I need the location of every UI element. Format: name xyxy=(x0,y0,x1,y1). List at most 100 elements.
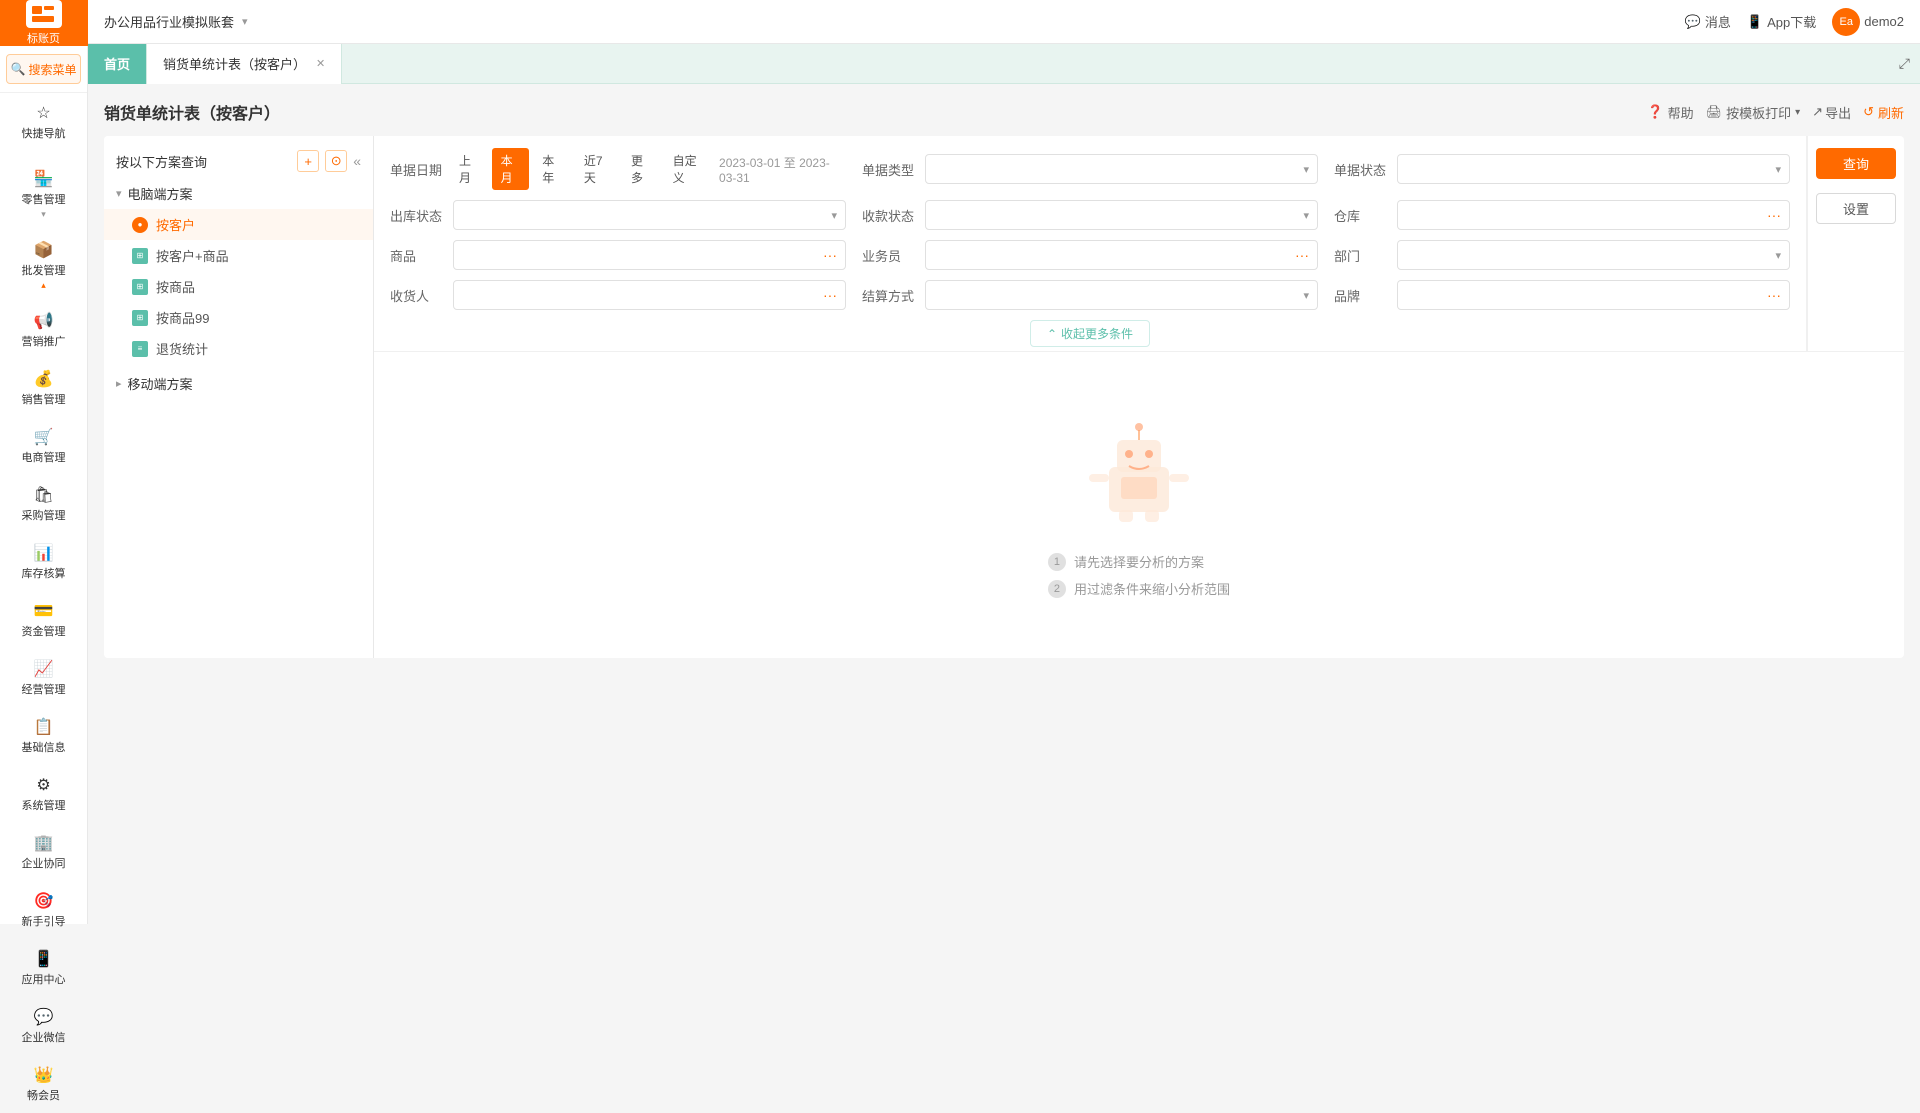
print-button[interactable]: 🖨 按模板打印 ▾ xyxy=(1706,103,1801,122)
app-center-icon: 📱 xyxy=(34,949,54,969)
wholesale-label: 批发管理 xyxy=(22,262,66,278)
order-type-chevron: ▾ xyxy=(1303,163,1309,176)
query-button[interactable]: 查询 xyxy=(1816,148,1896,179)
recipient-input[interactable] xyxy=(453,280,846,310)
app-download-button[interactable]: 📱 App下载 xyxy=(1747,12,1816,31)
tab-home[interactable]: 首页 xyxy=(88,44,147,84)
department-input[interactable]: ▾ xyxy=(1397,240,1790,270)
scheme-item-by-customer[interactable]: ● 按客户 xyxy=(104,209,373,240)
filter-and-actions: 单据日期 上月 本月 本年 近7天 更多 自定义 2023-03-01 至 20… xyxy=(374,136,1904,352)
sidebar-item-quick-nav[interactable]: ☆ 快捷导航 xyxy=(0,93,87,151)
collapse-button[interactable]: ⌃ 收起更多条件 xyxy=(1030,320,1150,347)
filter-row-1: 单据日期 上月 本月 本年 近7天 更多 自定义 2023-03-01 至 20… xyxy=(390,148,1790,190)
sidebar-item-operations[interactable]: 📈 经营管理 xyxy=(0,649,87,707)
help-label: 帮助 xyxy=(1668,103,1694,122)
main-area: 办公用品行业模拟账套 ▾ 💬 消息 📱 App下载 Ea demo2 首页 xyxy=(88,0,1920,924)
product-input[interactable] xyxy=(453,240,846,270)
settings-button[interactable]: 设置 xyxy=(1816,193,1896,224)
ecommerce-label: 电商管理 xyxy=(22,449,66,465)
sidebar-item-new-guide[interactable]: 🎯 新手引导 xyxy=(0,881,87,939)
payment-status-chevron: ▾ xyxy=(1303,209,1309,222)
department-chevron: ▾ xyxy=(1775,249,1781,262)
sidebar-item-inventory[interactable]: 📊 库存核算 xyxy=(0,533,87,591)
scheme-group-desktop-label: 电脑端方案 xyxy=(128,184,193,203)
sidebar-item-finance[interactable]: 💳 资金管理 xyxy=(0,591,87,649)
sidebar-item-marketing[interactable]: 📢 营销推广 xyxy=(0,301,87,359)
scheme-item-return-stats[interactable]: ≡ 退货统计 xyxy=(104,333,373,364)
order-status-input[interactable]: ▾ xyxy=(1397,154,1790,184)
enterprise-wechat-label: 企业微信 xyxy=(22,1029,66,1045)
sidebar-item-system[interactable]: ⚙ 系统管理 xyxy=(0,765,87,823)
date-tab-current-month[interactable]: 本月 xyxy=(492,148,530,190)
sales-icon: 💰 xyxy=(34,369,54,389)
sidebar-item-basic-info[interactable]: 📋 基础信息 xyxy=(0,707,87,765)
scheme-header-actions: + ⊙ « xyxy=(297,150,361,172)
refresh-button[interactable]: ↺ 刷新 xyxy=(1863,103,1904,122)
sidebar-item-enterprise-wechat[interactable]: 💬 企业微信 xyxy=(0,997,87,1055)
enterprise-label: 企业协同 xyxy=(22,855,66,871)
scheme-item-by-customer-product[interactable]: ⊞ 按客户+商品 xyxy=(104,240,373,271)
edit-scheme-button[interactable]: ⊙ xyxy=(325,150,347,172)
shipment-chevron: ▾ xyxy=(831,209,837,222)
sidebar-item-purchase[interactable]: 🛍 采购管理 xyxy=(0,475,87,533)
shipment-status-input[interactable]: ▾ xyxy=(453,200,846,230)
date-tab-last-month[interactable]: 上月 xyxy=(450,148,488,190)
brand-input[interactable] xyxy=(1397,280,1790,310)
logo-icon xyxy=(26,0,62,28)
sidebar-item-retail[interactable]: 🏪 零售管理 ▾ xyxy=(0,159,87,230)
app-download-label: App下载 xyxy=(1767,12,1816,31)
tab-expand-button[interactable]: ⤢ xyxy=(1889,55,1920,72)
expand-icon: ⤢ xyxy=(1899,55,1910,72)
scheme-item-by-product-99[interactable]: ⊞ 按商品99 xyxy=(104,302,373,333)
sidebar-item-app-center[interactable]: 📱 应用中心 xyxy=(0,939,87,997)
scheme-item-by-product[interactable]: ⊞ 按商品 xyxy=(104,271,373,302)
basic-info-label: 基础信息 xyxy=(22,739,66,755)
filter-order-status: 单据状态 ▾ xyxy=(1334,154,1790,184)
sidebar-item-wholesale[interactable]: 📦 批发管理 ▴ xyxy=(0,230,87,301)
header-dropdown-icon[interactable]: ▾ xyxy=(242,15,248,28)
tab-sales-stats[interactable]: 销货单统计表（按客户） ✕ xyxy=(147,44,342,84)
date-tab-more[interactable]: 更多 xyxy=(622,148,660,190)
payment-status-input[interactable]: ▾ xyxy=(925,200,1318,230)
system-icon: ⚙ xyxy=(36,775,50,795)
sidebar-item-member[interactable]: 👑 畅会员 xyxy=(0,1055,87,1113)
sidebar-item-sales[interactable]: 💰 销售管理 xyxy=(0,359,87,417)
warehouse-input[interactable] xyxy=(1397,200,1790,230)
user-menu[interactable]: Ea demo2 xyxy=(1832,8,1904,36)
sales-label: 销售管理 xyxy=(22,391,66,407)
scheme-group-desktop-toggle[interactable]: ▾ 电脑端方案 xyxy=(104,178,373,209)
main-body: 按以下方案查询 + ⊙ « ▾ 电脑端方案 xyxy=(104,136,1904,658)
collapse-scheme-icon[interactable]: « xyxy=(353,153,361,169)
customer-scheme-icon: ● xyxy=(132,217,148,233)
scheme-group-mobile-label: 移动端方案 xyxy=(128,374,193,393)
order-type-input[interactable]: ▾ xyxy=(925,154,1318,184)
print-label: 按模板打印 xyxy=(1726,103,1791,122)
scheme-panel-title: 按以下方案查询 xyxy=(116,152,207,171)
salesperson-input[interactable] xyxy=(925,240,1318,270)
help-button[interactable]: ❓ 帮助 xyxy=(1647,103,1693,122)
payment-method-input[interactable]: ▾ xyxy=(925,280,1318,310)
scheme-item-by-customer-label: 按客户 xyxy=(156,215,195,234)
avatar-text: Ea xyxy=(1840,16,1853,28)
export-button[interactable]: ↗ 导出 xyxy=(1812,103,1851,122)
date-tab-custom[interactable]: 自定义 xyxy=(664,148,711,190)
add-scheme-button[interactable]: + xyxy=(297,150,319,172)
scheme-panel: 按以下方案查询 + ⊙ « ▾ 电脑端方案 xyxy=(104,136,374,658)
scheme-header: 按以下方案查询 + ⊙ « xyxy=(104,144,373,178)
tip-text-1: 请先选择要分析的方案 xyxy=(1074,552,1204,571)
date-tab-last-7-days[interactable]: 近7天 xyxy=(575,148,618,190)
scheme-group-mobile-toggle[interactable]: ▸ 移动端方案 xyxy=(104,368,373,399)
message-button[interactable]: 💬 消息 xyxy=(1685,12,1731,31)
mobile-icon: 📱 xyxy=(1747,14,1763,30)
basic-info-icon: 📋 xyxy=(34,717,54,737)
date-tab-current-year[interactable]: 本年 xyxy=(533,148,571,190)
search-menu-button[interactable]: 🔍 搜索菜单 xyxy=(6,54,81,84)
new-guide-label: 新手引导 xyxy=(22,913,66,929)
search-icon: 🔍 xyxy=(11,62,26,76)
sidebar-item-enterprise[interactable]: 🏢 企业协同 xyxy=(0,823,87,881)
sidebar-item-ecommerce[interactable]: 🛒 电商管理 xyxy=(0,417,87,475)
marketing-label: 营销推广 xyxy=(22,333,66,349)
quick-nav-label: 快捷导航 xyxy=(22,125,66,141)
tab-close-icon[interactable]: ✕ xyxy=(316,57,325,70)
search-menu-section[interactable]: 🔍 搜索菜单 xyxy=(0,46,87,93)
